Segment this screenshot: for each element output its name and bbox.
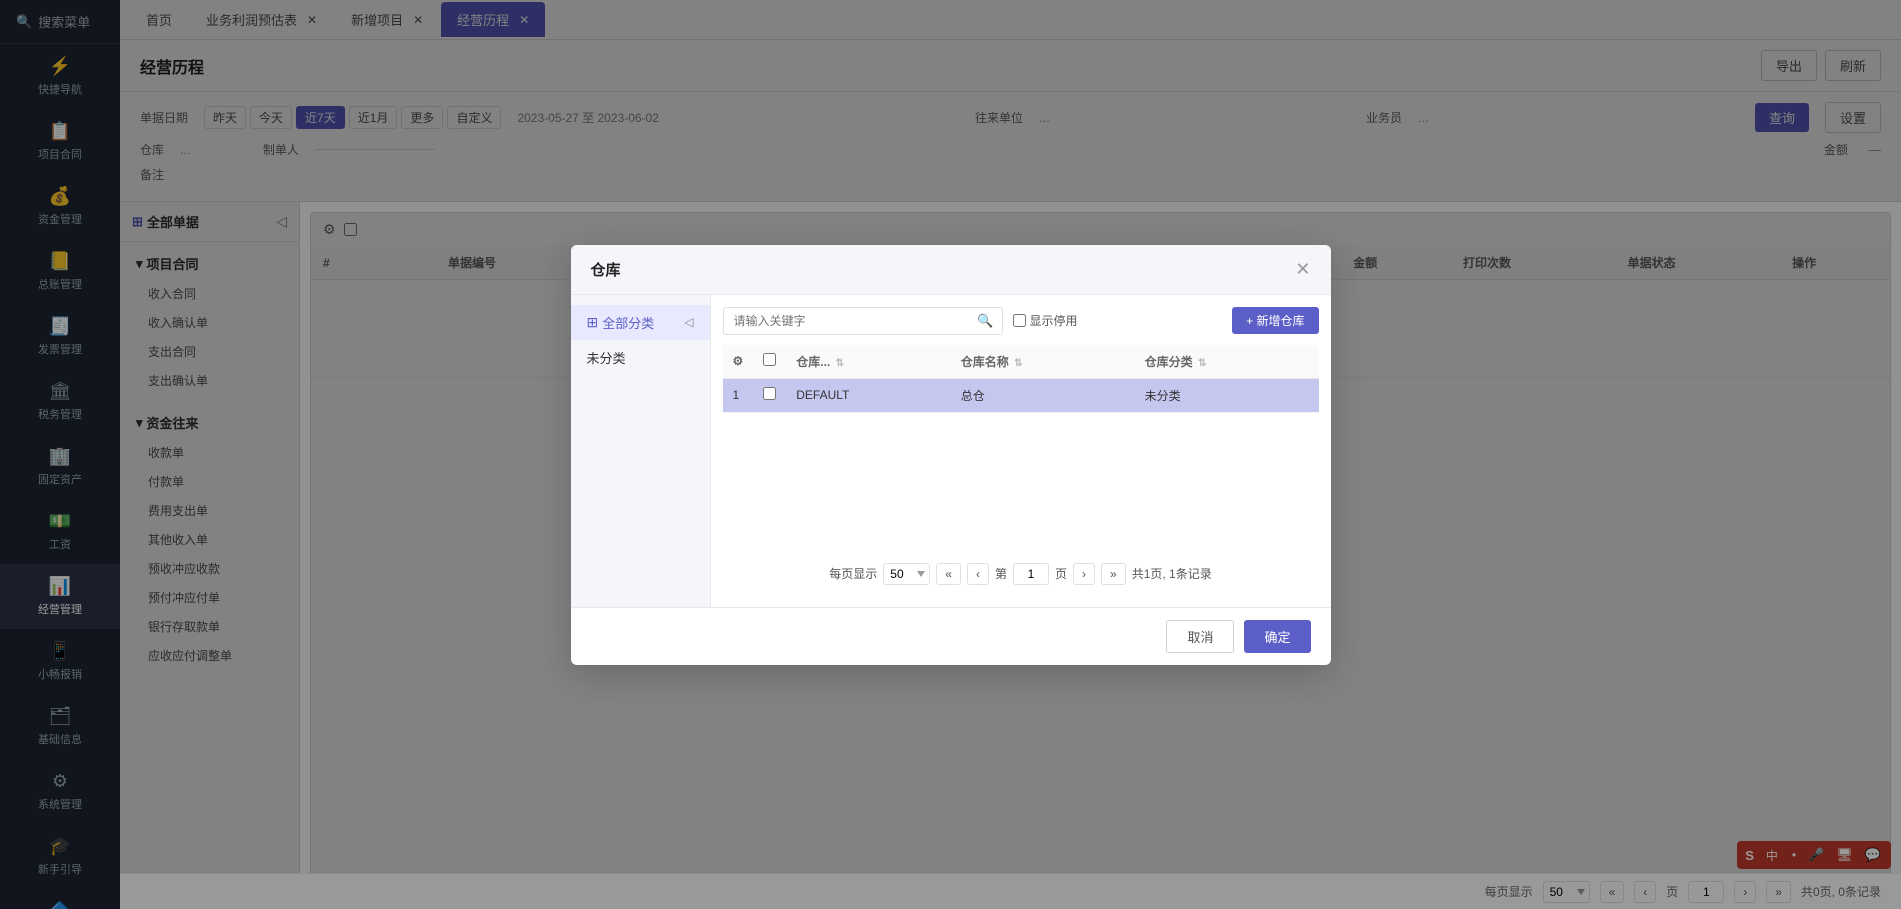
next-page-btn[interactable]: ›: [1073, 563, 1095, 585]
search-icon-modal: 🔍: [969, 308, 1001, 334]
show-disabled-checkbox-label[interactable]: 显示停用: [1013, 312, 1078, 329]
show-disabled-checkbox[interactable]: [1013, 314, 1026, 327]
cancel-button[interactable]: 取消: [1166, 620, 1234, 653]
row-gear-cell: 1: [723, 378, 754, 412]
modal-main: 🔍 显示停用 + 新增仓库 ⚙ 仓库... ⇅: [711, 295, 1331, 607]
page-word: 第: [995, 565, 1007, 582]
warehouse-modal: 仓库 ✕ ⊞ 全部分类 ◁ 未分类 🔍 显示停用 +: [571, 245, 1331, 665]
modal-col-category: 仓库分类 ⇅: [1135, 345, 1319, 379]
modal-table-wrapper: ⚙ 仓库... ⇅ 仓库名称 ⇅ 仓库分类 ⇅: [723, 345, 1319, 553]
first-page-btn[interactable]: «: [936, 563, 961, 585]
search-box: 🔍: [723, 307, 1003, 335]
per-page-select[interactable]: 50 100: [883, 563, 930, 585]
sidebar-collapse-icon[interactable]: ◁: [684, 315, 693, 329]
modal-body: ⊞ 全部分类 ◁ 未分类 🔍 显示停用 + 新增仓库: [571, 295, 1331, 607]
modal-sidebar: ⊞ 全部分类 ◁ 未分类: [571, 295, 711, 607]
modal-col-checkbox: [753, 345, 786, 379]
modal-col-gear: ⚙: [723, 345, 754, 379]
modal-pagination: 每页显示 50 100 « ‹ 第 页 › » 共1页, 1条记录: [723, 553, 1319, 595]
page-number-input[interactable]: [1013, 563, 1049, 585]
row-category-cell: 未分类: [1135, 378, 1319, 412]
modal-title: 仓库: [591, 259, 621, 280]
row-code-cell: DEFAULT: [786, 378, 950, 412]
total-records-label: 共1页, 1条记录: [1132, 565, 1212, 582]
per-page-label: 每页显示: [829, 565, 877, 582]
search-input[interactable]: [724, 309, 970, 333]
modal-select-all[interactable]: [763, 353, 776, 366]
modal-table: ⚙ 仓库... ⇅ 仓库名称 ⇅ 仓库分类 ⇅: [723, 345, 1319, 413]
modal-col-name: 仓库名称 ⇅: [951, 345, 1135, 379]
gear-icon-table: ⚙: [733, 354, 744, 368]
modal-close-button[interactable]: ✕: [1295, 259, 1310, 280]
page-label: 页: [1055, 565, 1067, 582]
modal-sidebar-uncategorized[interactable]: 未分类: [571, 340, 710, 375]
modal-all-label: 全部分类: [602, 313, 654, 332]
add-warehouse-button[interactable]: + 新增仓库: [1232, 307, 1318, 334]
grid-icon-modal: ⊞: [587, 314, 599, 331]
modal-toolbar: 🔍 显示停用 + 新增仓库: [723, 307, 1319, 335]
row-checkbox-cell: [753, 378, 786, 412]
prev-page-btn[interactable]: ‹: [967, 563, 989, 585]
last-page-btn[interactable]: »: [1101, 563, 1126, 585]
table-row[interactable]: 1 DEFAULT 总仓 未分类: [723, 378, 1319, 412]
sort-icon-category: ⇅: [1198, 358, 1206, 369]
confirm-button[interactable]: 确定: [1244, 620, 1310, 653]
sort-icon-code: ⇅: [836, 358, 844, 369]
modal-header: 仓库 ✕: [571, 245, 1331, 295]
show-disabled-label: 显示停用: [1030, 312, 1078, 329]
modal-sidebar-all-categories[interactable]: ⊞ 全部分类 ◁: [571, 305, 710, 340]
modal-footer: 取消 确定: [571, 607, 1331, 665]
sort-icon-name: ⇅: [1014, 358, 1022, 369]
row-checkbox[interactable]: [763, 387, 776, 400]
modal-col-code: 仓库... ⇅: [786, 345, 950, 379]
row-name-cell: 总仓: [951, 378, 1135, 412]
